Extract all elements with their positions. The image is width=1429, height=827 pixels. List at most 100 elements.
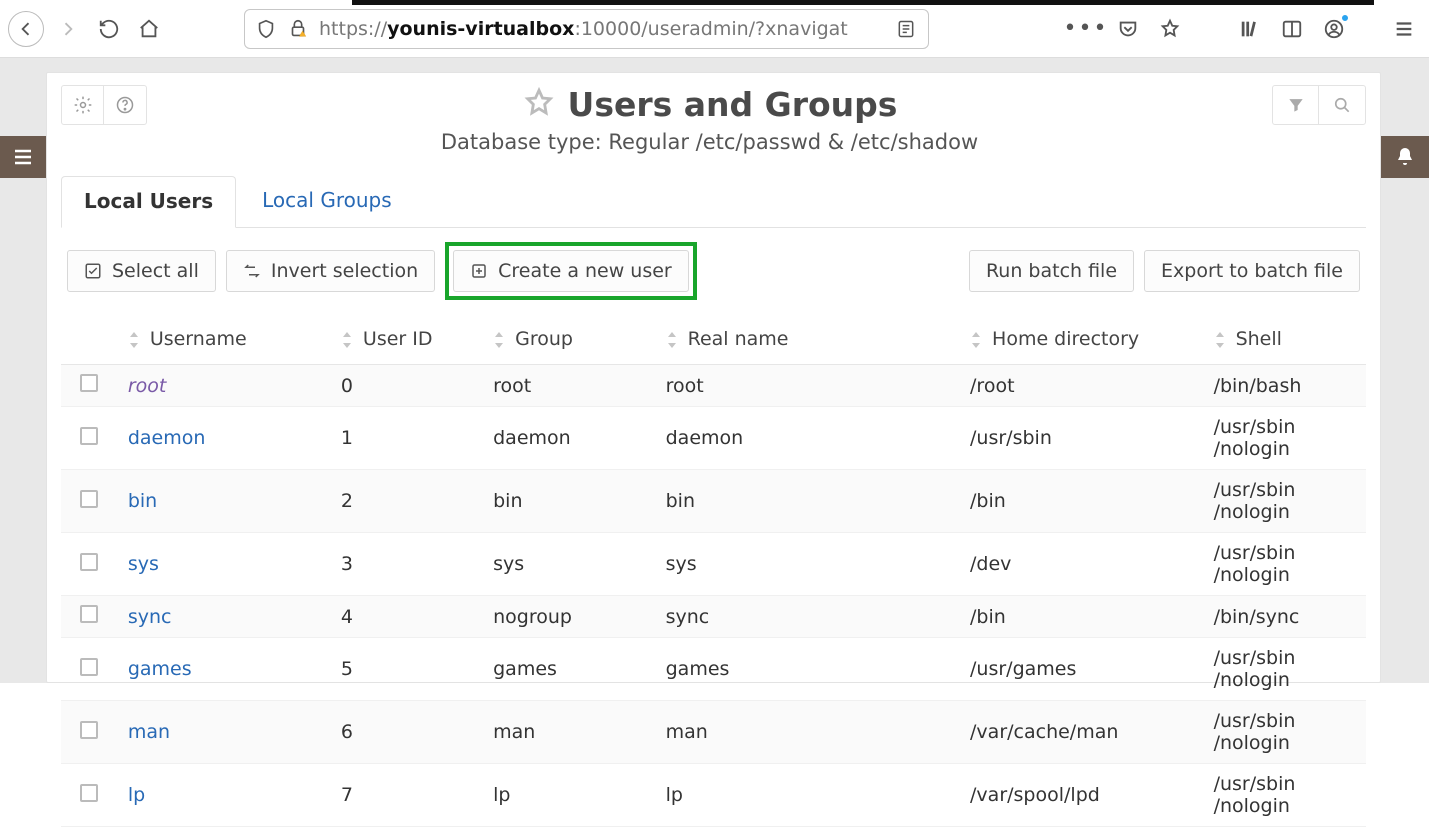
table-row: sys3syssys/dev/usr/sbin/nologin (61, 533, 1366, 596)
cell-uid: 4 (331, 596, 483, 638)
username-link[interactable]: sync (128, 606, 172, 628)
filter-button[interactable] (1273, 86, 1319, 124)
col-username[interactable]: Username (118, 314, 331, 365)
cell-realname: sys (656, 533, 960, 596)
reload-button[interactable] (92, 12, 126, 46)
select-all-button[interactable]: Select all (67, 250, 216, 292)
cell-home: /bin (960, 470, 1204, 533)
col-userid[interactable]: User ID (331, 314, 483, 365)
col-group-label: Group (515, 328, 573, 350)
help-icon (115, 95, 135, 115)
col-realname[interactable]: Real name (656, 314, 960, 365)
tab-local-groups[interactable]: Local Groups (240, 176, 414, 227)
cell-group: bin (483, 470, 656, 533)
cell-group: man (483, 701, 656, 764)
table-row: daemon1daemondaemon/usr/sbin/usr/sbin/no… (61, 407, 1366, 470)
export-batch-button[interactable]: Export to batch file (1144, 250, 1360, 292)
row-checkbox[interactable] (80, 784, 98, 802)
library-icon[interactable] (1233, 12, 1267, 46)
username-link[interactable]: lp (128, 784, 145, 806)
cell-uid: 1 (331, 407, 483, 470)
swap-icon (243, 262, 261, 280)
cell-shell: /usr/sbin/nologin (1204, 470, 1366, 533)
cell-realname: lp (656, 764, 960, 827)
filter-icon (1286, 95, 1306, 115)
pocket-icon[interactable] (1111, 12, 1145, 46)
cell-realname: root (656, 365, 960, 407)
cell-shell: /usr/sbin/nologin (1204, 764, 1366, 827)
col-home[interactable]: Home directory (960, 314, 1204, 365)
sort-icon (666, 331, 678, 349)
cell-shell: /bin/bash (1204, 365, 1366, 407)
col-checkbox (61, 314, 118, 365)
export-batch-label: Export to batch file (1161, 260, 1343, 282)
col-shell[interactable]: Shell (1204, 314, 1366, 365)
cell-shell: /usr/sbin/nologin (1204, 638, 1366, 701)
page-actions-icon[interactable]: ••• (1069, 12, 1103, 46)
favorite-star-icon[interactable] (522, 86, 556, 124)
sort-icon (970, 331, 982, 349)
back-button[interactable] (8, 11, 44, 47)
hamburger-menu-icon[interactable] (1387, 12, 1421, 46)
page-title: Users and Groups (568, 85, 898, 124)
cell-group: root (483, 365, 656, 407)
row-checkbox[interactable] (80, 553, 98, 571)
username-link[interactable]: bin (128, 490, 157, 512)
reader-mode-icon[interactable] (894, 17, 918, 41)
cell-home: /dev (960, 533, 1204, 596)
tracking-protection-icon[interactable] (255, 18, 277, 40)
row-checkbox[interactable] (80, 605, 98, 623)
lock-warning-icon[interactable] (287, 18, 309, 40)
cell-shell: /usr/sbin/nologin (1204, 701, 1366, 764)
sidebar-toggle[interactable] (0, 136, 46, 178)
sort-icon (493, 331, 505, 349)
search-button[interactable] (1319, 86, 1365, 124)
row-checkbox[interactable] (80, 427, 98, 445)
row-checkbox[interactable] (80, 721, 98, 739)
row-checkbox[interactable] (80, 658, 98, 676)
home-button[interactable] (132, 12, 166, 46)
row-checkbox[interactable] (80, 490, 98, 508)
cell-shell: /bin/sync (1204, 596, 1366, 638)
account-icon[interactable] (1317, 12, 1351, 46)
create-user-label: Create a new user (498, 260, 672, 282)
search-icon (1332, 95, 1352, 115)
bookmark-star-icon[interactable] (1153, 12, 1187, 46)
cell-group: sys (483, 533, 656, 596)
page-subtitle: Database type: Regular /etc/passwd & /et… (441, 130, 978, 154)
table-row: sync4nogroupsync/bin/bin/sync (61, 596, 1366, 638)
select-all-label: Select all (112, 260, 199, 282)
sidebar-icon[interactable] (1275, 12, 1309, 46)
col-group[interactable]: Group (483, 314, 656, 365)
cell-home: /usr/sbin (960, 407, 1204, 470)
module-help-button[interactable] (104, 86, 146, 124)
url-bar[interactable]: https://younis-virtualbox:10000/useradmi… (244, 9, 929, 49)
cell-uid: 0 (331, 365, 483, 407)
cell-uid: 7 (331, 764, 483, 827)
invert-selection-button[interactable]: Invert selection (226, 250, 435, 292)
notifications-toggle[interactable] (1381, 136, 1429, 178)
sort-icon (128, 331, 140, 349)
module-config-button[interactable] (62, 86, 104, 124)
cell-realname: games (656, 638, 960, 701)
tab-local-users[interactable]: Local Users (61, 176, 236, 228)
row-checkbox[interactable] (80, 374, 98, 392)
gear-icon (73, 95, 93, 115)
cell-group: games (483, 638, 656, 701)
sort-icon (341, 331, 353, 349)
table-row: bin2binbin/bin/usr/sbin/nologin (61, 470, 1366, 533)
cell-uid: 6 (331, 701, 483, 764)
username-link[interactable]: daemon (128, 427, 206, 449)
username-link[interactable]: games (128, 658, 192, 680)
check-square-icon (84, 262, 102, 280)
forward-button[interactable] (50, 11, 86, 47)
create-user-button[interactable]: Create a new user (453, 250, 689, 292)
browser-toolbar: https://younis-virtualbox:10000/useradmi… (0, 0, 1429, 58)
username-link[interactable]: root (128, 375, 167, 397)
username-link[interactable]: sys (128, 553, 159, 575)
cell-uid: 3 (331, 533, 483, 596)
run-batch-button[interactable]: Run batch file (969, 250, 1134, 292)
col-username-label: Username (150, 328, 247, 350)
username-link[interactable]: man (128, 721, 170, 743)
cell-uid: 5 (331, 638, 483, 701)
